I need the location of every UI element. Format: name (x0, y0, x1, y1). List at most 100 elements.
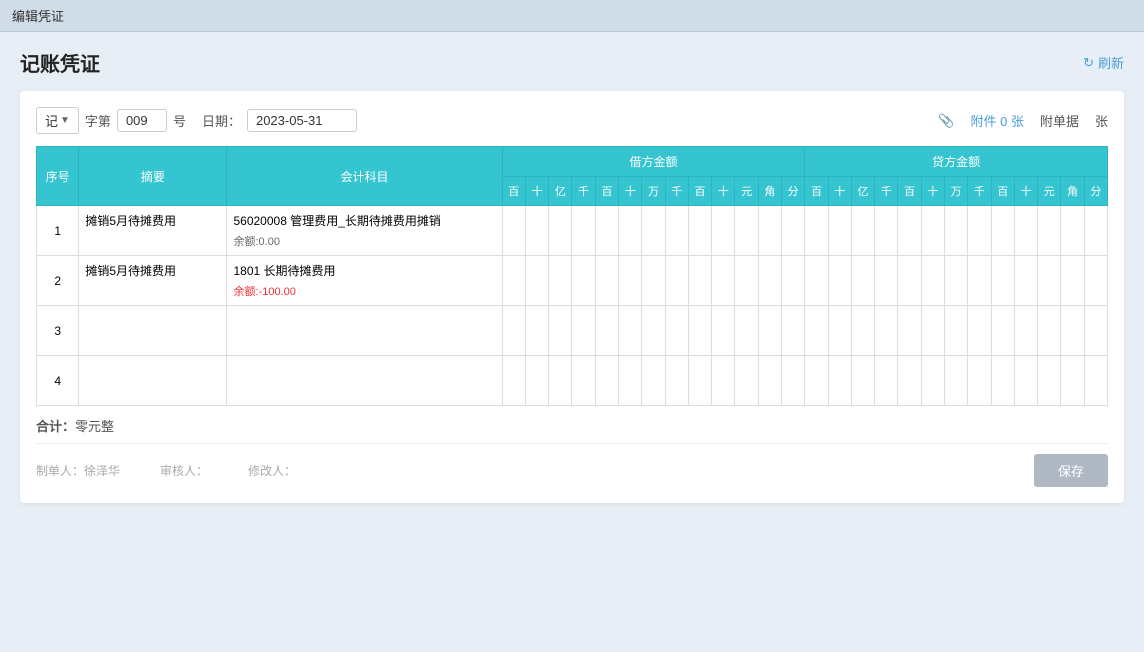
cell-amount[interactable] (642, 356, 665, 406)
cell-amount[interactable] (851, 356, 874, 406)
refresh-button[interactable]: ↻ 刷新 (1083, 53, 1124, 72)
cell-amount[interactable] (898, 206, 921, 256)
cell-amount[interactable] (595, 256, 618, 306)
cell-amount[interactable] (572, 306, 595, 356)
cell-amount[interactable] (619, 206, 642, 256)
cell-amount[interactable] (595, 356, 618, 406)
cell-amount[interactable] (898, 356, 921, 406)
cell-amount[interactable] (572, 256, 595, 306)
cell-amount[interactable] (782, 206, 805, 256)
cell-amount[interactable] (665, 206, 688, 256)
cell-amount[interactable] (1014, 206, 1037, 256)
cell-summary[interactable] (79, 356, 227, 406)
cell-amount[interactable] (735, 256, 758, 306)
cell-amount[interactable] (991, 256, 1014, 306)
save-button[interactable]: 保存 (1034, 454, 1108, 487)
cell-amount[interactable] (525, 306, 548, 356)
type-dropdown[interactable]: 记 ▼ (36, 107, 79, 134)
cell-amount[interactable] (991, 306, 1014, 356)
cell-amount[interactable] (665, 356, 688, 406)
cell-amount[interactable] (944, 206, 967, 256)
cell-amount[interactable] (921, 256, 944, 306)
cell-amount[interactable] (991, 356, 1014, 406)
cell-amount[interactable] (758, 356, 781, 406)
cell-amount[interactable] (921, 356, 944, 406)
cell-amount[interactable] (525, 256, 548, 306)
cell-summary[interactable]: 摊销5月待摊费用 (79, 256, 227, 306)
cell-amount[interactable] (1014, 256, 1037, 306)
cell-amount[interactable] (851, 206, 874, 256)
cell-amount[interactable] (1084, 356, 1107, 406)
cell-amount[interactable] (805, 206, 828, 256)
cell-amount[interactable] (1061, 356, 1084, 406)
cell-amount[interactable] (968, 306, 991, 356)
cell-summary[interactable]: 摊销5月待摊费用 (79, 206, 227, 256)
cell-amount[interactable] (502, 356, 525, 406)
cell-amount[interactable] (968, 206, 991, 256)
cell-amount[interactable] (758, 306, 781, 356)
cell-amount[interactable] (828, 306, 851, 356)
cell-amount[interactable] (502, 306, 525, 356)
cell-amount[interactable] (688, 206, 711, 256)
cell-amount[interactable] (921, 206, 944, 256)
cell-amount[interactable] (712, 206, 735, 256)
cell-amount[interactable] (619, 306, 642, 356)
voucher-number-input[interactable] (117, 109, 167, 132)
cell-amount[interactable] (1061, 256, 1084, 306)
cell-amount[interactable] (828, 356, 851, 406)
cell-amount[interactable] (991, 206, 1014, 256)
cell-amount[interactable] (688, 356, 711, 406)
cell-amount[interactable] (805, 356, 828, 406)
cell-account[interactable]: 1801 长期待摊费用余额:-100.00 (227, 256, 502, 306)
cell-amount[interactable] (875, 356, 898, 406)
cell-amount[interactable] (642, 256, 665, 306)
cell-amount[interactable] (595, 306, 618, 356)
cell-amount[interactable] (735, 206, 758, 256)
cell-amount[interactable] (758, 206, 781, 256)
cell-amount[interactable] (1061, 306, 1084, 356)
cell-amount[interactable] (805, 256, 828, 306)
cell-amount[interactable] (619, 256, 642, 306)
cell-amount[interactable] (712, 256, 735, 306)
cell-amount[interactable] (1038, 306, 1061, 356)
cell-amount[interactable] (665, 256, 688, 306)
date-input[interactable] (247, 109, 357, 132)
cell-amount[interactable] (1084, 306, 1107, 356)
cell-amount[interactable] (968, 256, 991, 306)
cell-amount[interactable] (875, 256, 898, 306)
cell-amount[interactable] (898, 256, 921, 306)
cell-amount[interactable] (735, 356, 758, 406)
cell-amount[interactable] (1014, 356, 1037, 406)
cell-amount[interactable] (502, 256, 525, 306)
cell-amount[interactable] (712, 306, 735, 356)
cell-account[interactable]: 56020008 管理费用_长期待摊费用摊销余额:0.00 (227, 206, 502, 256)
cell-amount[interactable] (828, 206, 851, 256)
cell-amount[interactable] (875, 306, 898, 356)
cell-amount[interactable] (525, 206, 548, 256)
cell-amount[interactable] (688, 306, 711, 356)
cell-amount[interactable] (595, 206, 618, 256)
cell-amount[interactable] (1014, 306, 1037, 356)
cell-amount[interactable] (851, 306, 874, 356)
cell-account[interactable] (227, 356, 502, 406)
cell-amount[interactable] (944, 356, 967, 406)
cell-amount[interactable] (1038, 206, 1061, 256)
cell-amount[interactable] (944, 256, 967, 306)
cell-amount[interactable] (549, 256, 572, 306)
cell-amount[interactable] (805, 306, 828, 356)
cell-amount[interactable] (944, 306, 967, 356)
cell-amount[interactable] (619, 356, 642, 406)
cell-amount[interactable] (1038, 356, 1061, 406)
cell-amount[interactable] (1084, 256, 1107, 306)
cell-amount[interactable] (665, 306, 688, 356)
cell-amount[interactable] (642, 306, 665, 356)
cell-amount[interactable] (968, 356, 991, 406)
cell-amount[interactable] (828, 256, 851, 306)
cell-summary[interactable] (79, 306, 227, 356)
cell-amount[interactable] (572, 356, 595, 406)
cell-amount[interactable] (898, 306, 921, 356)
cell-amount[interactable] (782, 256, 805, 306)
cell-amount[interactable] (572, 206, 595, 256)
cell-amount[interactable] (851, 256, 874, 306)
cell-amount[interactable] (782, 356, 805, 406)
